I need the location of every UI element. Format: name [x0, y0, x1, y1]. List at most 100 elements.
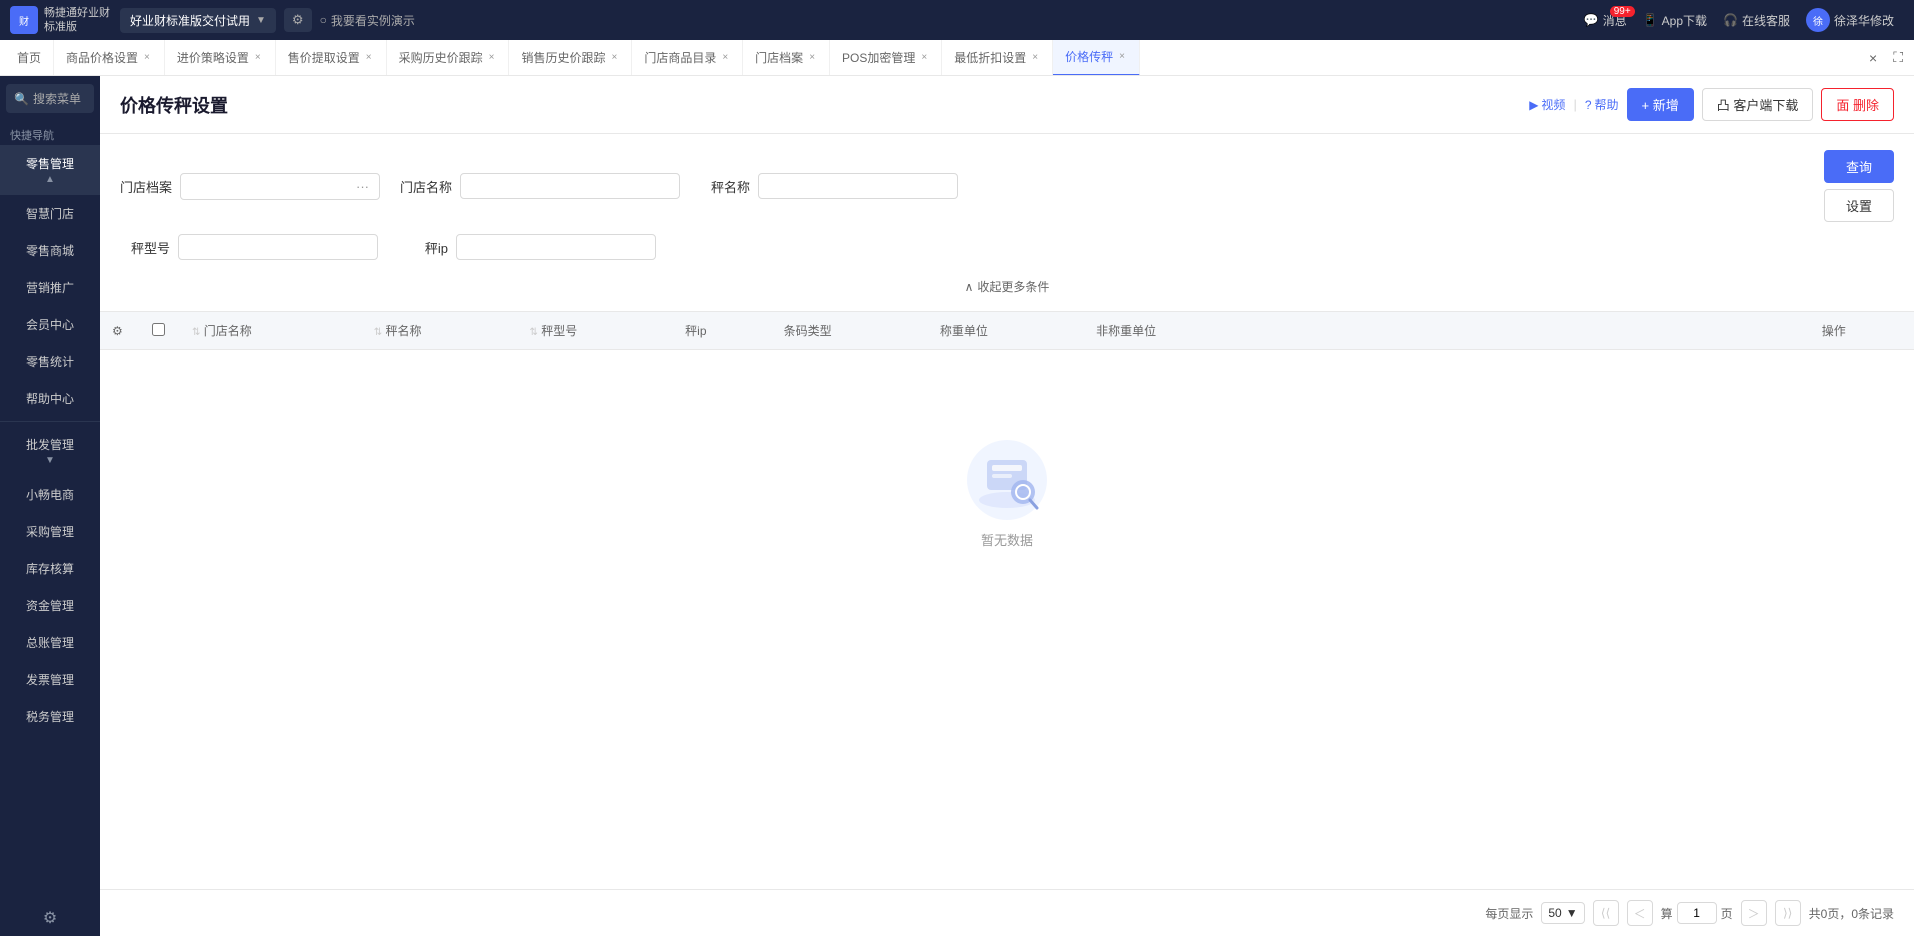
scale-ip-input[interactable]: [456, 234, 656, 260]
filter-store-archive: 门店档案 ···: [120, 173, 380, 200]
search-menu-button[interactable]: 🔍 搜索菜单: [6, 84, 94, 113]
add-button[interactable]: + 新增: [1627, 88, 1694, 121]
close-tab-price-scale[interactable]: ×: [1117, 50, 1127, 63]
tab-price-scale[interactable]: 价格传秤 ×: [1053, 40, 1140, 76]
sidebar-divider: [0, 421, 100, 422]
page-title-row: 价格传秤设置 ▶ 视频 | ? 帮助 + 新增 凸 客户端下载 面 删除: [120, 88, 1894, 121]
close-tab-sale-extract[interactable]: ×: [364, 51, 374, 64]
logo-area: 财 畅捷通好业财 标准版: [10, 6, 110, 35]
th-store-name[interactable]: ⇅ 门店名称: [180, 312, 362, 350]
dots-icon: ···: [356, 179, 369, 194]
delete-button[interactable]: 面 删除: [1821, 88, 1894, 121]
demo-link[interactable]: ○ 我要看实例演示: [320, 12, 415, 29]
store-name-input[interactable]: [460, 173, 680, 199]
close-tab-price-settings[interactable]: ×: [142, 51, 152, 64]
sidebar-item-help-center[interactable]: 帮助中心: [0, 380, 100, 417]
th-weight-unit[interactable]: 称重单位: [928, 312, 1084, 350]
close-tab-purchase-history[interactable]: ×: [487, 51, 497, 64]
data-table: ⚙ ⇅ 门店名称 ⇅ 秤名称 ⇅ 秤型号: [100, 312, 1914, 629]
content-area: 价格传秤设置 ▶ 视频 | ? 帮助 + 新增 凸 客户端下载 面 删除: [100, 76, 1914, 936]
sidebar-item-purchase-management[interactable]: 采购管理: [0, 513, 100, 550]
sidebar-item-xiaochangec[interactable]: 小畅电商: [0, 476, 100, 513]
th-barcode-type[interactable]: 条码类型: [772, 312, 928, 350]
filter-scale-model: 秤型号: [120, 234, 378, 260]
sidebar-item-retail-stats[interactable]: 零售统计: [0, 343, 100, 380]
sidebar-item-invoice[interactable]: 发票管理: [0, 661, 100, 698]
sidebar-item-general-ledger[interactable]: 总账管理: [0, 624, 100, 661]
tab-purchase-strategy[interactable]: 进价策略设置 ×: [165, 40, 276, 76]
close-all-tabs-button[interactable]: ×: [1863, 46, 1883, 70]
close-tab-sale-history[interactable]: ×: [609, 51, 619, 64]
chevron-down-icon-2: ▼: [1566, 906, 1578, 920]
close-tab-store-catalog[interactable]: ×: [720, 51, 730, 64]
scale-name-input[interactable]: [758, 173, 958, 199]
select-all-checkbox[interactable]: [152, 323, 165, 336]
last-page-button[interactable]: ⟩⟩: [1775, 900, 1801, 926]
expand-tabs-button[interactable]: ⛶: [1887, 45, 1909, 70]
filter-row-2: 秤型号 秤ip: [120, 234, 1894, 260]
message-icon: 💬: [1584, 13, 1599, 27]
page-number-input[interactable]: [1677, 902, 1717, 924]
scale-model-input[interactable]: [178, 234, 378, 260]
sidebar-item-retail-management[interactable]: 零售管理 ▲: [0, 145, 100, 195]
sort-icon: ⇅: [192, 327, 200, 338]
prev-page-button[interactable]: ＜: [1627, 900, 1653, 926]
page-size-select[interactable]: 50 ▼: [1541, 902, 1584, 924]
filter-scale-ip: 秤ip: [398, 234, 656, 260]
th-scale-ip[interactable]: 秤ip: [673, 312, 771, 350]
app-download-button[interactable]: 📱 App下载: [1643, 12, 1707, 29]
next-page-button[interactable]: ＞: [1741, 900, 1767, 926]
sidebar-item-tax[interactable]: 税务管理: [0, 698, 100, 735]
tab-sale-extract[interactable]: 售价提取设置 ×: [276, 40, 387, 76]
phone-icon: 📱: [1643, 13, 1658, 27]
sidebar-settings-button[interactable]: ⚙: [43, 908, 57, 928]
download-client-button[interactable]: 凸 客户端下载: [1702, 88, 1814, 121]
collapse-button[interactable]: ∧ 收起更多条件: [120, 272, 1894, 295]
tab-store-archive[interactable]: 门店档案 ×: [743, 40, 830, 76]
scale-ip-label: 秤ip: [398, 238, 448, 257]
close-tab-purchase-strategy[interactable]: ×: [253, 51, 263, 64]
online-service-button[interactable]: 🎧 在线客服: [1723, 12, 1790, 29]
sidebar-item-member-center[interactable]: 会员中心: [0, 306, 100, 343]
empty-illustration: [957, 430, 1057, 530]
th-action: 操作: [1810, 312, 1914, 350]
settings-icon-button[interactable]: ⚙: [284, 8, 312, 32]
th-scale-name[interactable]: ⇅ 秤名称: [362, 312, 518, 350]
tab-store-catalog[interactable]: 门店商品目录 ×: [632, 40, 743, 76]
first-page-button[interactable]: ⟨⟨: [1593, 900, 1619, 926]
help-link[interactable]: ? 帮助: [1585, 96, 1619, 113]
settings-button[interactable]: 设置: [1824, 189, 1894, 222]
store-archive-input[interactable]: ···: [180, 173, 380, 200]
query-button[interactable]: 查询: [1824, 150, 1894, 183]
tab-pos-management[interactable]: POS加密管理 ×: [830, 40, 942, 76]
tab-sale-history[interactable]: 销售历史价跟踪 ×: [509, 40, 632, 76]
close-tab-store-archive[interactable]: ×: [807, 51, 817, 64]
tab-price-settings[interactable]: 商品价格设置 ×: [54, 40, 165, 76]
top-bar: 财 畅捷通好业财 标准版 好业财标准版交付试用 ▼ ⚙ ○ 我要看实例演示 💬 …: [0, 0, 1914, 40]
tab-actions: × ⛶: [1855, 45, 1909, 70]
video-link[interactable]: ▶ 视频: [1529, 96, 1565, 113]
th-settings[interactable]: ⚙: [100, 312, 140, 350]
tab-purchase-history[interactable]: 采购历史价跟踪 ×: [387, 40, 510, 76]
sidebar-item-smart-store[interactable]: 智慧门店: [0, 195, 100, 232]
sidebar-item-wholesale-management[interactable]: 批发管理 ▼: [0, 426, 100, 476]
sidebar-item-finance[interactable]: 资金管理: [0, 587, 100, 624]
sidebar-item-marketing[interactable]: 营销推广: [0, 269, 100, 306]
close-tab-min-discount[interactable]: ×: [1030, 51, 1040, 64]
filter-scale-name: 秤名称: [700, 173, 958, 199]
th-checkbox[interactable]: [140, 312, 180, 350]
table-header: ⚙ ⇅ 门店名称 ⇅ 秤名称 ⇅ 秤型号: [100, 312, 1914, 350]
close-tab-pos-management[interactable]: ×: [919, 51, 929, 64]
sidebar-item-inventory[interactable]: 库存核算: [0, 550, 100, 587]
top-center: 好业财标准版交付试用 ▼ ⚙ ○ 我要看实例演示: [110, 8, 1584, 33]
version-selector[interactable]: 好业财标准版交付试用 ▼: [120, 8, 276, 33]
sidebar-item-retail-mall[interactable]: 零售商城: [0, 232, 100, 269]
page-info: 算 页: [1661, 902, 1733, 924]
quick-nav-label: 快捷导航: [0, 121, 100, 145]
header-actions: ▶ 视频 | ? 帮助 + 新增 凸 客户端下载 面 删除: [1529, 88, 1894, 121]
tab-min-discount[interactable]: 最低折扣设置 ×: [942, 40, 1053, 76]
message-button[interactable]: 💬 消息 99+: [1584, 12, 1627, 29]
user-area[interactable]: 徐 徐泽华修改: [1806, 8, 1894, 32]
th-scale-model[interactable]: ⇅ 秤型号: [517, 312, 673, 350]
tab-home[interactable]: 首页: [5, 40, 54, 76]
